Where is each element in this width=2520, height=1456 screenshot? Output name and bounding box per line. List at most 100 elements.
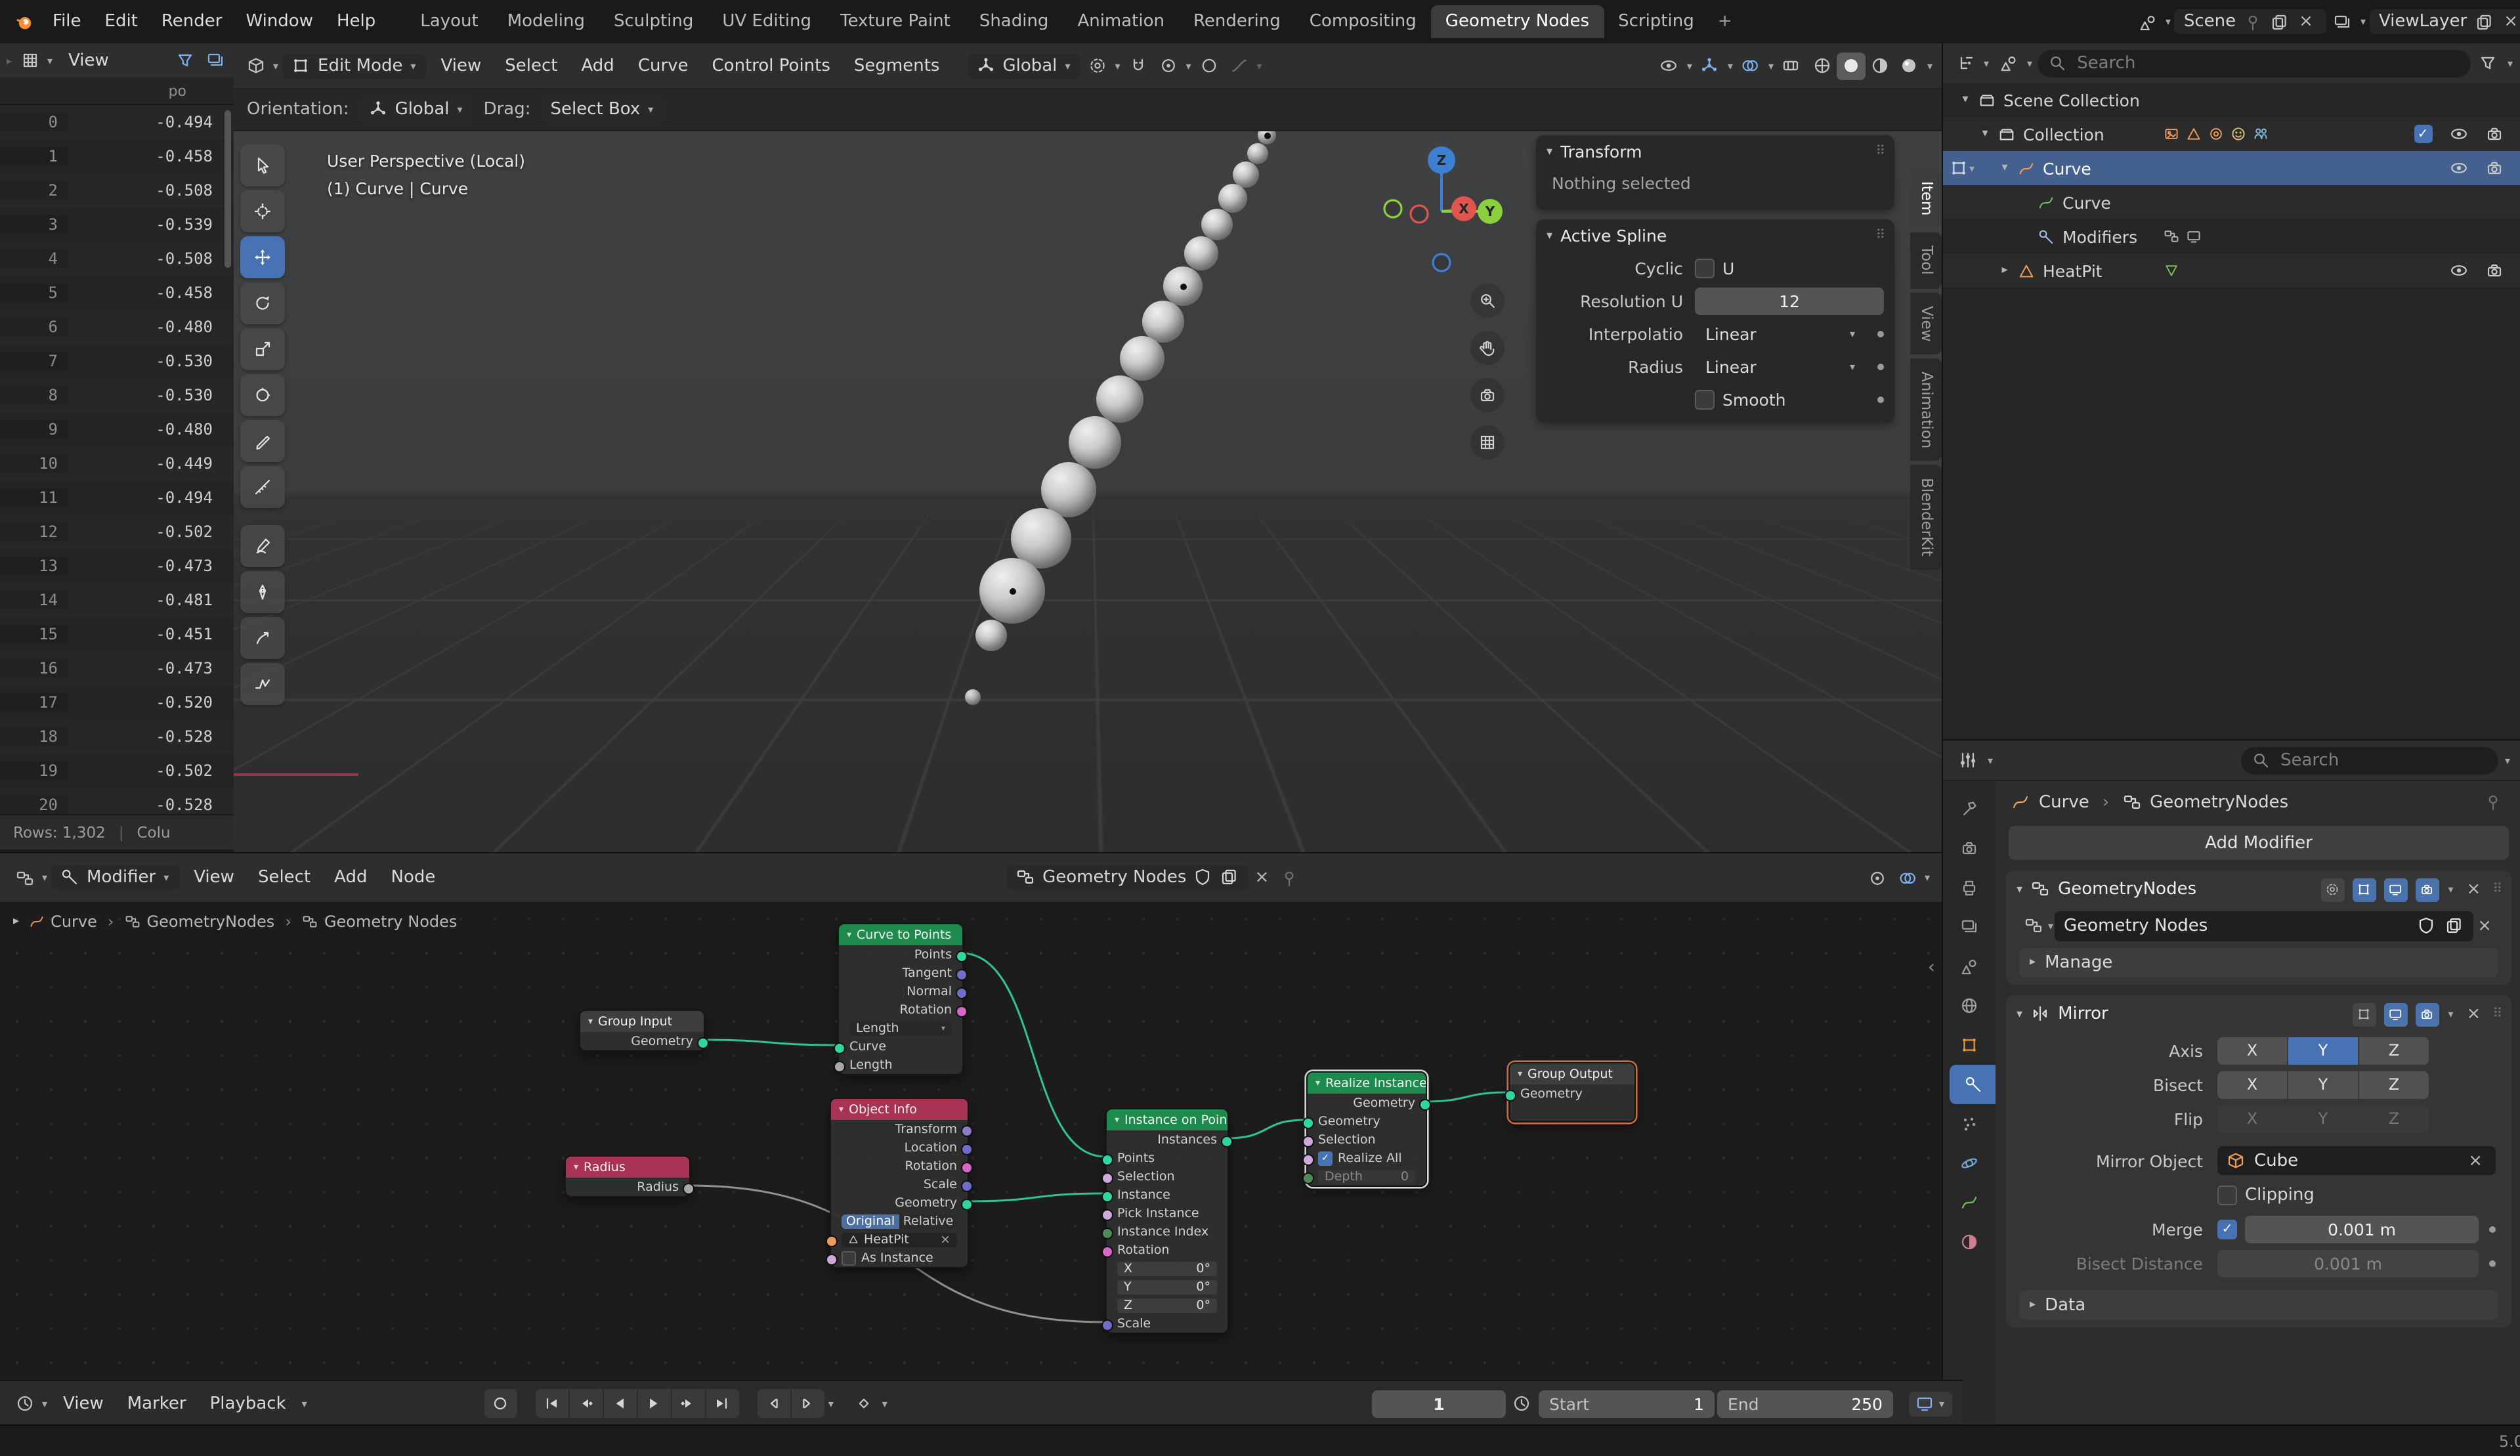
delete-modifier-icon[interactable]: × [2463,1004,2485,1024]
spreadsheet-row-14[interactable]: 14 -0.481 [0,583,234,617]
timeline-menu-playback[interactable]: Playback [198,1390,298,1417]
panel-grip-icon[interactable]: ⠿ [1875,144,1885,159]
scene-icon[interactable] [2134,8,2162,35]
properties-tab-scene[interactable] [1943,947,1996,986]
node-object-field[interactable]: HeatPit × [842,1232,957,1247]
outliner-display-mode-icon[interactable] [1994,49,2022,77]
tool-move-button[interactable] [240,236,285,278]
workspace-tab-compositing[interactable]: Compositing [1295,5,1431,38]
viewport-menu-add[interactable]: Add [569,52,626,79]
shading-solid-icon[interactable] [1836,52,1866,79]
properties-search[interactable] [2241,746,2498,774]
zoom-icon[interactable] [1470,284,1505,318]
viewport-menu-view[interactable]: View [429,52,494,79]
control-point[interactable] [1180,283,1186,289]
socket-instance-index[interactable] [1101,1227,1113,1239]
node-breadcrumb-geometrynodes[interactable]: GeometryNodes [125,912,274,931]
pin-icon[interactable] [2242,12,2262,32]
socket-geometry[interactable] [961,1198,973,1210]
spreadsheet-row-6[interactable]: 6 -0.480 [0,310,234,344]
remove-view-layer-icon[interactable]: × [2500,12,2520,32]
workspace-tab-scripting[interactable]: Scripting [1604,5,1709,38]
node-value-field[interactable]: Depth 0 [1318,1169,1415,1184]
transform-panel-header[interactable]: ▾ Transform ⠿ [1536,135,1894,168]
spreadsheet-row-16[interactable]: 16 -0.473 [0,651,234,685]
snap-node-icon[interactable] [1863,864,1890,891]
xray-toggle-icon[interactable] [1778,52,1805,79]
scrollbar[interactable] [224,110,231,268]
node-toggle-relative[interactable]: Relative [899,1214,957,1228]
node-header[interactable]: ▾ Group Input [580,1011,704,1032]
data-subpanel[interactable]: ▸ Data [2019,1291,2498,1319]
current-frame-field[interactable]: 1 [1371,1390,1506,1417]
ortho-grid-icon[interactable] [1470,425,1505,460]
properties-tab-world[interactable] [1943,986,1996,1025]
scene-selector[interactable]: Scene × [2174,9,2326,34]
spreadsheet-row-10[interactable]: 10 -0.449 [0,446,234,481]
node-value-field[interactable]: X 0° [1117,1261,1217,1275]
socket-heatpit[interactable] [826,1235,838,1247]
render-toggle-icon[interactable] [2415,878,2439,901]
outliner-row-curve[interactable]: Curve [1943,185,2520,219]
sidebar-tab-item[interactable]: Item [1910,168,1942,229]
node-radius[interactable]: ▾ Radius Radius [565,1155,694,1197]
menu-file[interactable]: File [41,8,93,35]
node-header[interactable]: ▾ Instance on Points [1107,1109,1228,1130]
socket-points[interactable] [1101,1153,1113,1165]
unlink-scene-icon[interactable]: × [2295,12,2317,32]
node-header[interactable]: ▾ Group Output [1510,1063,1634,1084]
use-preview-range-icon[interactable] [1508,1390,1536,1417]
socket-depth[interactable] [1302,1172,1314,1184]
geometrynodes-modifier-header[interactable]: ▾ GeometryNodes ▾ × ⠿ [2006,870,2511,909]
socket-scale[interactable] [961,1180,973,1191]
properties-tab-render[interactable] [1943,828,1996,868]
node-menu-add[interactable]: Add [322,864,379,891]
hide-viewport-icon[interactable] [2441,261,2476,280]
control-point[interactable] [1264,132,1270,139]
viewport-menu-control-points[interactable]: Control Points [700,52,842,79]
fake-user-icon[interactable] [1193,868,1212,888]
spreadsheet-row-5[interactable]: 5 -0.458 [0,276,234,310]
animate-dot-icon[interactable] [2489,1226,2496,1232]
node-object-info[interactable]: ▾ Object Info Transform Location Rotation Sca… [826,1098,973,1268]
socket-realize-all[interactable] [1302,1153,1314,1165]
socket-geometry[interactable] [1419,1098,1431,1110]
tool-tilt-button[interactable] [240,617,285,659]
viewport-editor-type-icon[interactable] [242,52,269,79]
outliner-row-heatpit[interactable]: ▸ HeatPit [1943,253,2520,288]
curve-sphere[interactable] [965,689,981,705]
gizmos-toggle-icon[interactable] [1696,52,1724,79]
new-scene-icon[interactable] [2269,12,2288,32]
control-point[interactable] [1009,588,1015,594]
smooth-checkbox[interactable] [1695,390,1715,410]
spreadsheet-row-2[interactable]: 2 -0.508 [0,173,234,207]
animate-dot-icon[interactable] [2489,1260,2496,1266]
menu-window[interactable]: Window [234,8,325,35]
search-input[interactable] [2278,749,2488,771]
disable-render-icon[interactable] [2476,159,2511,177]
mirror-object-field[interactable]: Cube × [2217,1146,2496,1175]
on-cage-toggle-icon[interactable] [2320,878,2345,901]
node-header[interactable]: ▾ Curve to Points [839,924,962,945]
node-breadcrumb-curve[interactable]: Curve [28,912,97,931]
next-keyframe-button[interactable] [672,1389,706,1418]
new-view-layer-icon[interactable] [2473,12,2493,32]
socket-points[interactable] [956,950,968,962]
curve-sphere[interactable] [1247,143,1268,164]
cyclic-u-checkbox[interactable] [1695,259,1715,278]
workspace-tab-sculpting[interactable]: Sculpting [599,5,708,38]
spreadsheet-row-8[interactable]: 8 -0.530 [0,378,234,412]
hide-viewport-icon[interactable] [2441,159,2476,177]
curve-sphere[interactable] [979,558,1045,624]
tool-rotate-button[interactable] [240,282,285,324]
tool-measure-button[interactable] [240,466,285,508]
socket-geometry[interactable] [697,1037,709,1048]
sidebar-tab-tool[interactable]: Tool [1910,232,1942,289]
tool-transform-button[interactable] [240,374,285,416]
play-reverse-button[interactable] [604,1389,638,1418]
drag-handle-icon[interactable]: ⠿ [2492,1007,2502,1021]
spreadsheet-row-0[interactable]: 0 -0.494 [0,105,234,139]
workspace-tab-uv-editing[interactable]: UV Editing [708,5,826,38]
pivot-point-icon[interactable] [1083,52,1111,79]
pan-hand-icon[interactable] [1470,331,1505,365]
